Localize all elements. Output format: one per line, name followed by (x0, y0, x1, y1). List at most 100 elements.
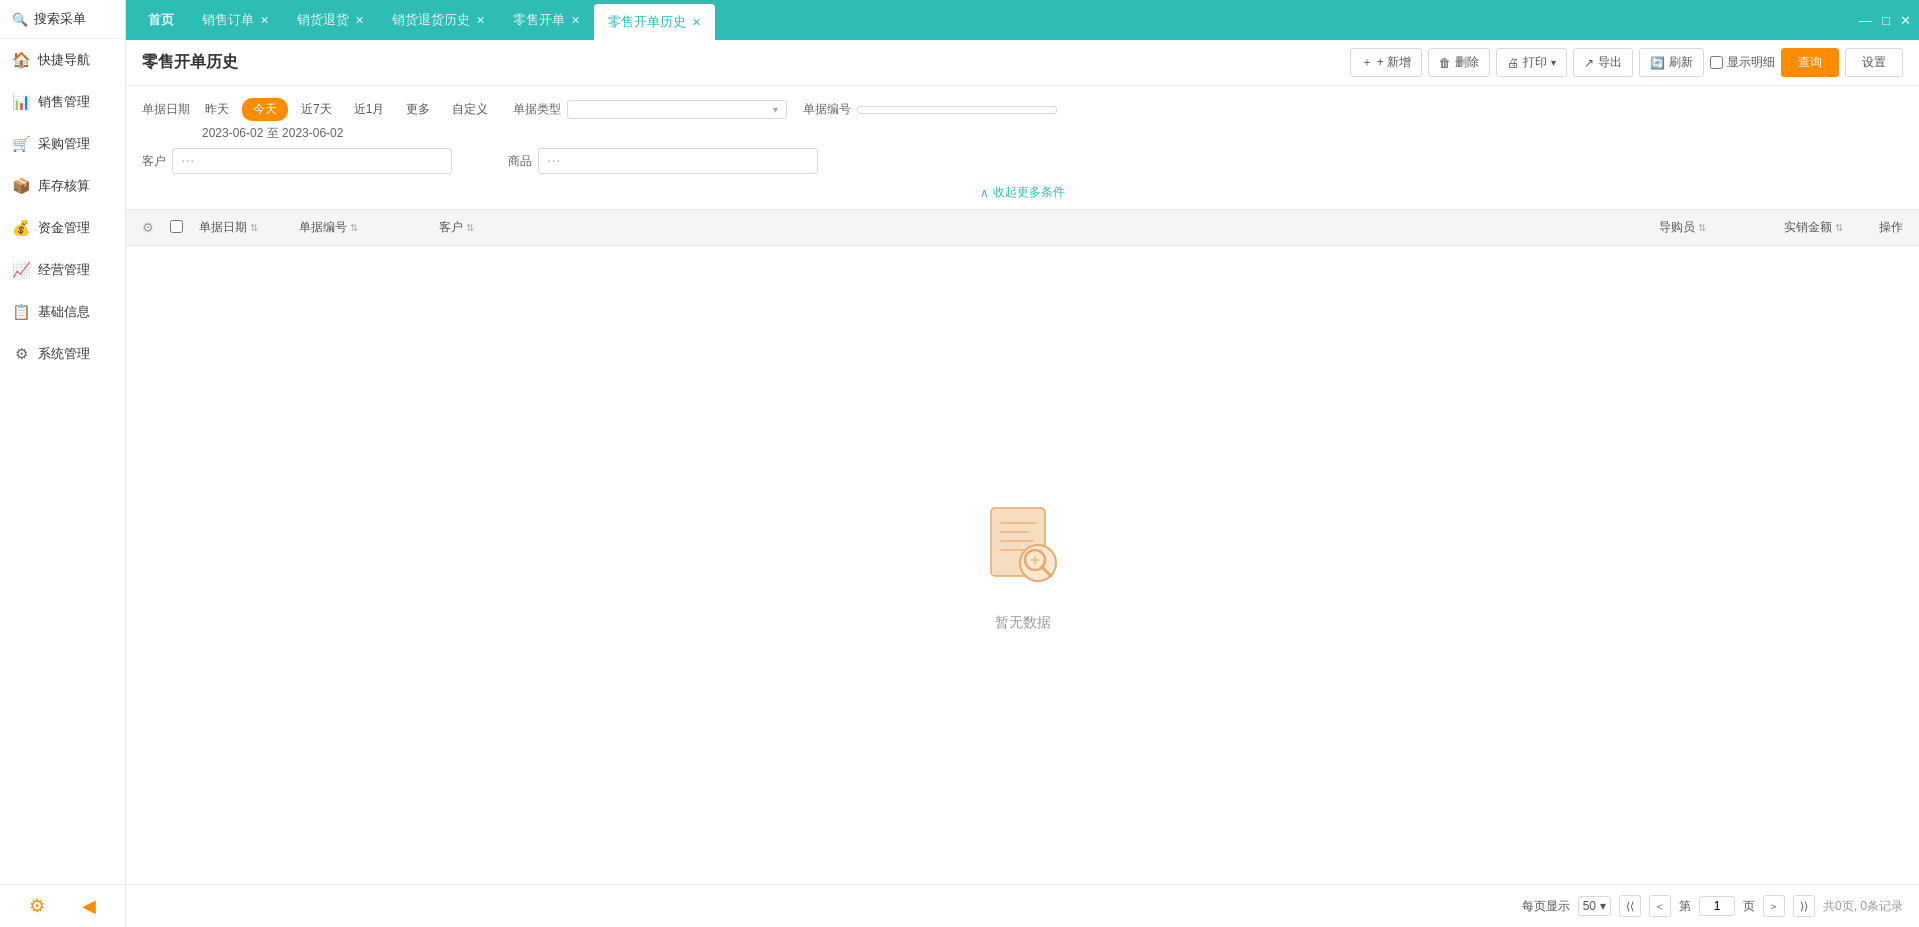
show-detail-checkbox[interactable] (1710, 56, 1723, 69)
th-order-no-sort-icon: ⇅ (350, 222, 358, 233)
box-icon: 📦 (12, 177, 30, 195)
close-tab-sales-return[interactable]: ✕ (355, 14, 364, 27)
sidebar-item-label: 销售管理 (38, 93, 90, 111)
tab-home[interactable]: 首页 (134, 0, 188, 40)
product-input[interactable]: ··· (538, 148, 818, 174)
collapse-button[interactable]: ∧ 收起更多条件 (142, 184, 1903, 201)
delete-button[interactable]: 🗑 删除 (1428, 48, 1490, 77)
maximize-button[interactable]: □ (1882, 13, 1890, 28)
close-tab-retail-open[interactable]: ✕ (571, 14, 580, 27)
select-all-checkbox[interactable] (162, 220, 191, 236)
sidebar-item-purchase-mgmt[interactable]: 🛒 采购管理 (0, 123, 125, 165)
order-type-select[interactable]: ▾ (567, 100, 787, 119)
tab-retail-open-history-label: 零售开单历史 (608, 13, 686, 31)
close-button[interactable]: ✕ (1900, 13, 1911, 28)
date-buttons: 昨天 今天 近7天 近1月 更多 自定义 (196, 98, 497, 121)
close-tab-retail-open-history[interactable]: ✕ (692, 16, 701, 29)
settings-button[interactable]: 设置 (1845, 48, 1903, 77)
filter-row-2: 客户 ··· 商品 ··· (142, 148, 1903, 174)
th-customer[interactable]: 客户 ⇅ (431, 219, 1651, 236)
show-detail-checkbox-label[interactable]: 显示明细 (1710, 54, 1775, 71)
pagination-bar: 每页显示 50 ▾ ⟨⟨ ＜ 第 页 ＞ ⟩⟩ 共0页, 0条记录 (126, 884, 1919, 927)
sidebar-item-label: 基础信息 (38, 303, 90, 321)
minimize-button[interactable]: — (1859, 13, 1872, 28)
filter-product: 商品 ··· (508, 148, 818, 174)
select-all-input[interactable] (170, 220, 183, 233)
date-btn-last7[interactable]: 近7天 (292, 98, 341, 121)
th-guide[interactable]: 导购员 ⇅ (1651, 219, 1751, 236)
page-input[interactable] (1699, 896, 1735, 916)
collapse-icon[interactable]: ◀ (82, 895, 96, 917)
sidebar-item-label: 系统管理 (38, 345, 90, 363)
th-action: 操作 (1851, 219, 1911, 236)
collapse-arrow-icon: ∧ (980, 186, 989, 200)
sidebar-item-inventory[interactable]: 📦 库存核算 (0, 165, 125, 207)
column-settings-icon[interactable]: ⚙ (134, 220, 162, 235)
next-page-button[interactable]: ＞ (1763, 895, 1785, 917)
th-date[interactable]: 单据日期 ⇅ (191, 219, 291, 236)
sidebar-item-quick-nav[interactable]: 🏠 快捷导航 (0, 39, 125, 81)
query-button[interactable]: 查询 (1781, 48, 1839, 77)
th-order-no[interactable]: 单据编号 ⇅ (291, 219, 431, 236)
close-tab-sales-order[interactable]: ✕ (260, 14, 269, 27)
page-size-label: 每页显示 (1522, 898, 1570, 915)
print-button[interactable]: 🖨 打印 ▾ (1496, 48, 1567, 77)
sidebar-footer: ⚙ ◀ (0, 884, 125, 927)
empty-state: 暂无数据 (126, 246, 1919, 884)
tab-sales-order[interactable]: 销售订单 ✕ (188, 0, 283, 40)
th-amount[interactable]: 实销金额 ⇅ (1751, 219, 1851, 236)
table-header: ⚙ 单据日期 ⇅ 单据编号 ⇅ 客户 ⇅ 导购员 ⇅ 实销金额 ⇅ (126, 210, 1919, 246)
tab-sales-return[interactable]: 销货退货 ✕ (283, 0, 378, 40)
print-icon: 🖨 (1507, 56, 1519, 70)
product-label: 商品 (508, 153, 532, 170)
customer-input[interactable]: ··· (172, 148, 452, 174)
add-button[interactable]: ＋ + 新增 (1350, 48, 1422, 77)
sidebar-item-sales-mgmt[interactable]: 📊 销售管理 (0, 81, 125, 123)
th-action-label: 操作 (1879, 219, 1903, 236)
export-button[interactable]: ↗ 导出 (1573, 48, 1633, 77)
sidebar-item-base-info[interactable]: 📋 基础信息 (0, 291, 125, 333)
empty-text: 暂无数据 (995, 614, 1051, 632)
cart-icon: 🛒 (12, 135, 30, 153)
refresh-button[interactable]: 🔄 刷新 (1639, 48, 1704, 77)
close-tab-sales-return-history[interactable]: ✕ (476, 14, 485, 27)
page-size-value: 50 (1583, 899, 1596, 913)
th-customer-label: 客户 (439, 219, 463, 236)
customer-dots: ··· (181, 152, 194, 169)
first-page-button[interactable]: ⟨⟨ (1619, 895, 1641, 917)
page-label-suffix: 页 (1743, 898, 1755, 915)
delete-label: 删除 (1455, 54, 1479, 71)
order-no-input[interactable] (857, 106, 1057, 114)
prev-page-button[interactable]: ＜ (1649, 895, 1671, 917)
date-btn-yesterday[interactable]: 昨天 (196, 98, 238, 121)
tab-sales-return-label: 销货退货 (297, 11, 349, 29)
date-range-text: 2023-06-02 至 2023-06-02 (202, 126, 343, 140)
date-btn-last-month[interactable]: 近1月 (345, 98, 394, 121)
sidebar-item-finance[interactable]: 💰 资金管理 (0, 207, 125, 249)
settings-icon[interactable]: ⚙ (29, 895, 45, 917)
order-type-arrow-icon: ▾ (773, 104, 778, 115)
date-btn-more[interactable]: 更多 (397, 98, 439, 121)
filter-area: 单据日期 昨天 今天 近7天 近1月 更多 自定义 单据类型 ▾ (126, 86, 1919, 210)
last-page-button[interactable]: ⟩⟩ (1793, 895, 1815, 917)
date-btn-custom[interactable]: 自定义 (443, 98, 497, 121)
page-size-select[interactable]: 50 ▾ (1578, 896, 1611, 916)
tab-sales-return-history[interactable]: 销货退货历史 ✕ (378, 0, 499, 40)
gear-icon-sidebar: ⚙ (12, 345, 30, 363)
sidebar-search[interactable]: 🔍 搜索采单 (0, 0, 125, 39)
tab-retail-open-history[interactable]: 零售开单历史 ✕ (594, 4, 715, 40)
filter-order-type: 单据类型 ▾ (513, 100, 787, 119)
sidebar-search-label: 搜索采单 (34, 10, 86, 28)
sidebar-item-label: 库存核算 (38, 177, 90, 195)
query-label: 查询 (1798, 54, 1822, 71)
date-btn-today[interactable]: 今天 (242, 98, 288, 121)
sidebar-item-operations[interactable]: 📈 经营管理 (0, 249, 125, 291)
delete-icon: 🗑 (1439, 56, 1451, 70)
table-area: ⚙ 单据日期 ⇅ 单据编号 ⇅ 客户 ⇅ 导购员 ⇅ 实销金额 ⇅ (126, 210, 1919, 927)
th-customer-sort-icon: ⇅ (466, 222, 474, 233)
print-arrow-icon: ▾ (1551, 57, 1556, 68)
main-content: 首页 销售订单 ✕ 销货退货 ✕ 销货退货历史 ✕ 零售开单 ✕ 零售开单历史 … (126, 0, 1919, 927)
sidebar-item-sys-mgmt[interactable]: ⚙ 系统管理 (0, 333, 125, 375)
refresh-icon: 🔄 (1650, 56, 1665, 70)
tab-retail-open[interactable]: 零售开单 ✕ (499, 0, 594, 40)
